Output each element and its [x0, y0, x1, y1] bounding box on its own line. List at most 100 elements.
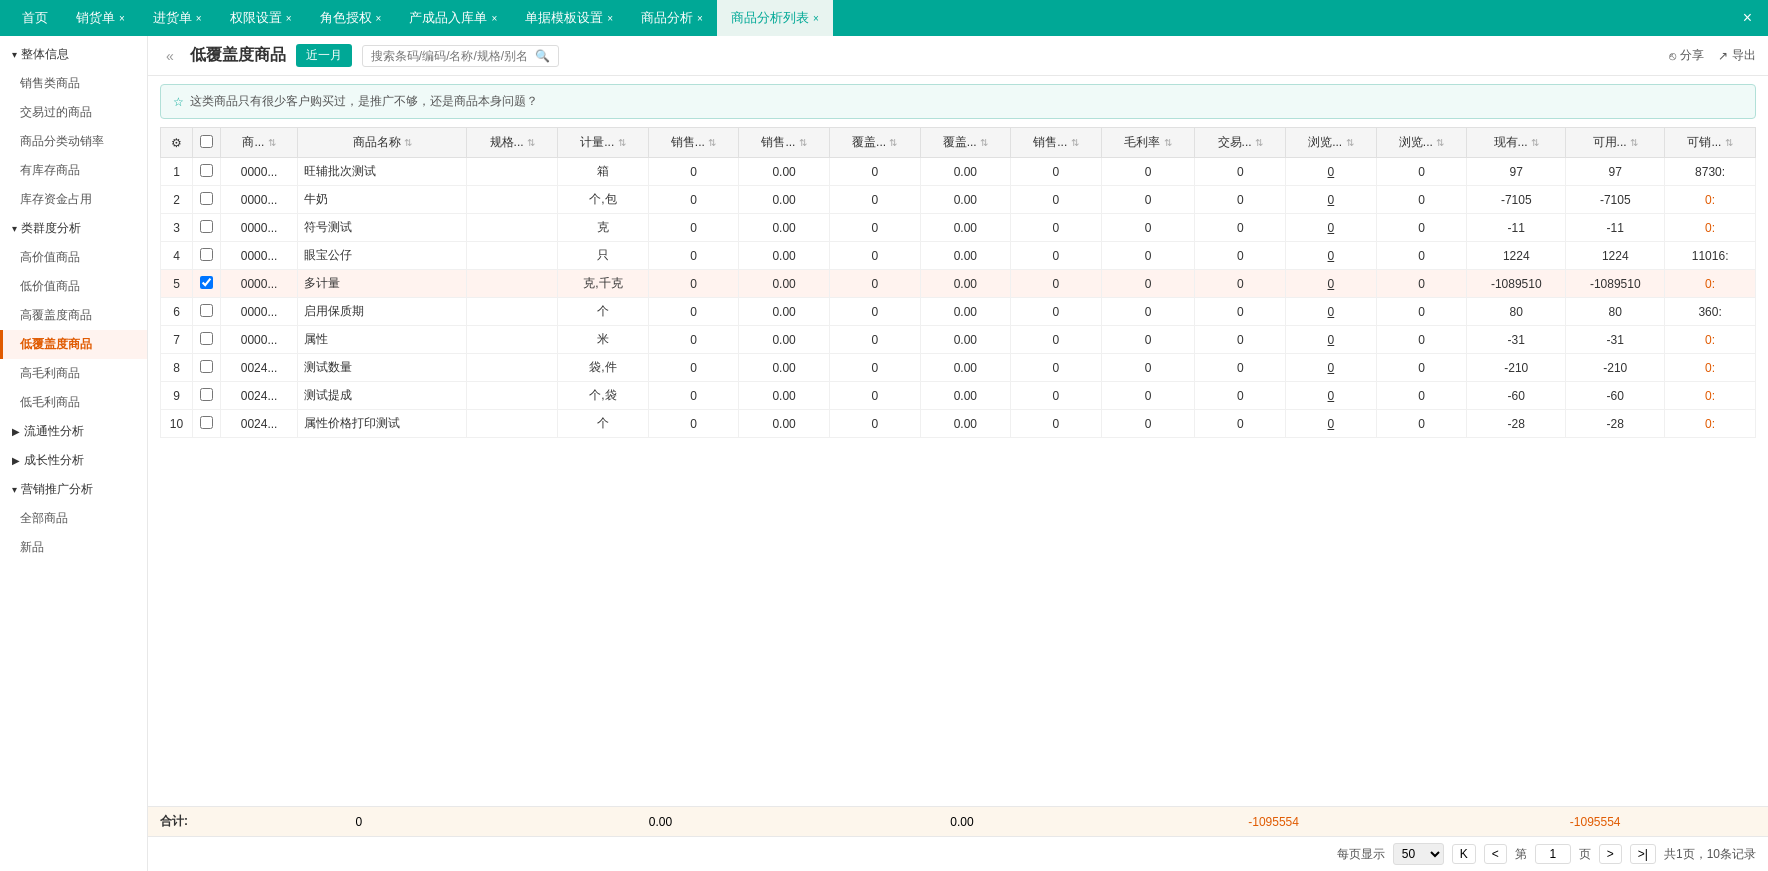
cell-checkbox[interactable]: [193, 186, 221, 214]
last-page-btn[interactable]: >|: [1630, 844, 1656, 864]
th-margin[interactable]: 毛利率 ⇅: [1101, 128, 1195, 158]
th-view1[interactable]: 浏览... ⇅: [1286, 128, 1377, 158]
cell-view1[interactable]: 0: [1286, 158, 1377, 186]
th-checkbox[interactable]: [193, 128, 221, 158]
settings-icon[interactable]: ⚙: [171, 136, 182, 150]
th-sales-amt[interactable]: 销售... ⇅: [739, 128, 830, 158]
sidebar-item-low-value[interactable]: 低价值商品: [0, 272, 147, 301]
collapse-sidebar-btn[interactable]: «: [160, 46, 180, 66]
view1-link[interactable]: 0: [1328, 165, 1335, 179]
view1-link[interactable]: 0: [1328, 389, 1335, 403]
th-unit[interactable]: 计量... ⇅: [558, 128, 649, 158]
view1-link[interactable]: 0: [1328, 221, 1335, 235]
nav-close-analysis[interactable]: ×: [697, 13, 703, 24]
cell-checkbox[interactable]: [193, 382, 221, 410]
row-checkbox[interactable]: [200, 248, 213, 261]
row-checkbox[interactable]: [200, 304, 213, 317]
cell-checkbox[interactable]: [193, 354, 221, 382]
th-available[interactable]: 可用... ⇅: [1566, 128, 1665, 158]
cell-view1[interactable]: 0: [1286, 214, 1377, 242]
th-cover2[interactable]: 覆盖... ⇅: [920, 128, 1011, 158]
nav-purchase[interactable]: 进货单 ×: [139, 0, 216, 36]
nav-close-product-storage[interactable]: ×: [491, 13, 497, 24]
cell-checkbox[interactable]: [193, 410, 221, 438]
row-checkbox[interactable]: [200, 220, 213, 233]
sidebar-group-circulation[interactable]: ▶ 流通性分析: [0, 417, 147, 446]
th-stock[interactable]: 现有... ⇅: [1467, 128, 1566, 158]
row-checkbox[interactable]: [200, 192, 213, 205]
nav-role-auth[interactable]: 角色授权 ×: [306, 0, 396, 36]
view1-link[interactable]: 0: [1328, 249, 1335, 263]
nav-close-template[interactable]: ×: [607, 13, 613, 24]
nav-close-permissions[interactable]: ×: [286, 13, 292, 24]
cell-view1[interactable]: 0: [1286, 242, 1377, 270]
sidebar-item-stock-capital[interactable]: 库存资金占用: [0, 185, 147, 214]
nav-close-main[interactable]: ×: [1735, 9, 1760, 27]
sidebar-item-low-margin[interactable]: 低毛利商品: [0, 388, 147, 417]
sidebar-item-high-margin[interactable]: 高毛利商品: [0, 359, 147, 388]
nav-product-storage[interactable]: 产成品入库单 ×: [395, 0, 511, 36]
cell-checkbox[interactable]: [193, 270, 221, 298]
first-page-btn[interactable]: K: [1452, 844, 1476, 864]
view1-link[interactable]: 0: [1328, 305, 1335, 319]
th-view2[interactable]: 浏览... ⇅: [1376, 128, 1467, 158]
cell-checkbox[interactable]: [193, 158, 221, 186]
sidebar-item-traded-goods[interactable]: 交易过的商品: [0, 98, 147, 127]
cell-view1[interactable]: 0: [1286, 186, 1377, 214]
sidebar-item-new-goods[interactable]: 新品: [0, 533, 147, 562]
nav-analysis-list[interactable]: 商品分析列表 ×: [717, 0, 833, 36]
row-checkbox[interactable]: [200, 360, 213, 373]
sidebar-item-all-goods[interactable]: 全部商品: [0, 504, 147, 533]
cell-checkbox[interactable]: [193, 242, 221, 270]
row-checkbox[interactable]: [200, 388, 213, 401]
nav-template-settings[interactable]: 单据模板设置 ×: [511, 0, 627, 36]
row-checkbox[interactable]: [200, 276, 213, 289]
cell-checkbox[interactable]: [193, 214, 221, 242]
page-input[interactable]: [1535, 844, 1571, 864]
select-all-checkbox[interactable]: [200, 135, 213, 148]
row-checkbox[interactable]: [200, 332, 213, 345]
nav-close-sales[interactable]: ×: [119, 13, 125, 24]
sidebar-item-sales-goods[interactable]: 销售类商品: [0, 69, 147, 98]
cell-checkbox[interactable]: [193, 298, 221, 326]
view1-link[interactable]: 0: [1328, 333, 1335, 347]
th-trade[interactable]: 交易... ⇅: [1195, 128, 1286, 158]
cell-view1[interactable]: 0: [1286, 354, 1377, 382]
th-name[interactable]: 商品名称 ⇅: [298, 128, 467, 158]
nav-sales[interactable]: 销货单 ×: [62, 0, 139, 36]
nav-close-analysis-list[interactable]: ×: [813, 13, 819, 24]
time-filter-button[interactable]: 近一月: [296, 44, 352, 67]
nav-permissions[interactable]: 权限设置 ×: [216, 0, 306, 36]
view1-link[interactable]: 0: [1328, 361, 1335, 375]
sidebar-group-growth[interactable]: ▶ 成长性分析: [0, 446, 147, 475]
th-cover1[interactable]: 覆盖... ⇅: [829, 128, 920, 158]
sidebar-item-low-coverage[interactable]: 低覆盖度商品: [0, 330, 147, 359]
th-sales-count[interactable]: 销售... ⇅: [1011, 128, 1102, 158]
row-checkbox[interactable]: [200, 416, 213, 429]
nav-close-purchase[interactable]: ×: [196, 13, 202, 24]
sidebar-item-category-rate[interactable]: 商品分类动销率: [0, 127, 147, 156]
view1-link[interactable]: 0: [1328, 277, 1335, 291]
view1-link[interactable]: 0: [1328, 193, 1335, 207]
th-sales-qty[interactable]: 销售... ⇅: [648, 128, 739, 158]
sidebar-group-overall[interactable]: ▾ 整体信息: [0, 40, 147, 69]
th-saleable[interactable]: 可销... ⇅: [1665, 128, 1756, 158]
cell-view1[interactable]: 0: [1286, 382, 1377, 410]
cell-view1[interactable]: 0: [1286, 410, 1377, 438]
nav-product-analysis[interactable]: 商品分析 ×: [627, 0, 717, 36]
export-button[interactable]: ↗ 导出: [1718, 47, 1756, 64]
search-input[interactable]: [371, 49, 531, 63]
share-button[interactable]: ⎋ 分享: [1669, 47, 1704, 64]
cell-view1[interactable]: 0: [1286, 326, 1377, 354]
th-spec[interactable]: 规格... ⇅: [467, 128, 558, 158]
sidebar-group-marketing[interactable]: ▾ 营销推广分析: [0, 475, 147, 504]
page-size-select[interactable]: 20 50 100: [1393, 843, 1444, 865]
sidebar-group-cluster[interactable]: ▾ 类群度分析: [0, 214, 147, 243]
view1-link[interactable]: 0: [1328, 417, 1335, 431]
th-code[interactable]: 商... ⇅: [221, 128, 298, 158]
th-settings[interactable]: ⚙: [161, 128, 193, 158]
row-checkbox[interactable]: [200, 164, 213, 177]
sidebar-item-high-coverage[interactable]: 高覆盖度商品: [0, 301, 147, 330]
cell-checkbox[interactable]: [193, 326, 221, 354]
cell-view1[interactable]: 0: [1286, 270, 1377, 298]
